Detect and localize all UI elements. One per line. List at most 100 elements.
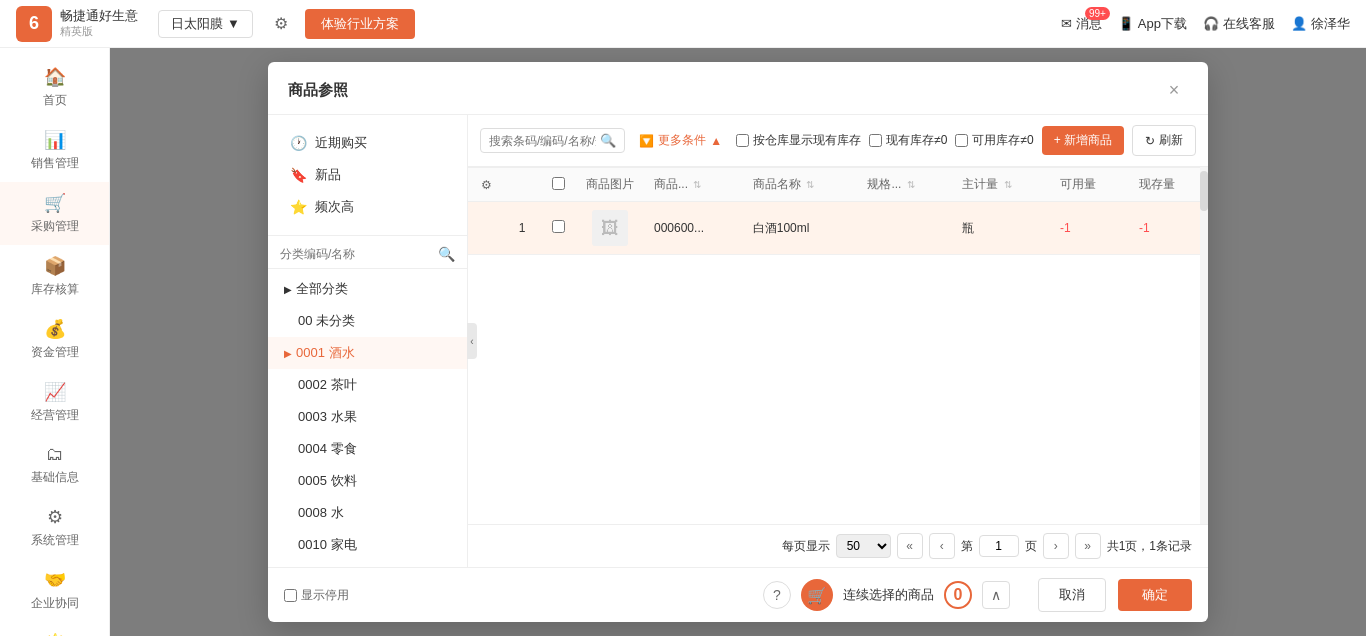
topbar-right: ✉ 消息 99+ 📱 App下载 🎧 在线客服 👤 徐泽华 <box>1061 15 1350 33</box>
toolbar-right: + 新增商品 ↻ 刷新 <box>1042 125 1196 156</box>
cart-label: 连续选择的商品 <box>843 586 934 604</box>
logo-area: 6 畅捷通好生意 精英版 <box>16 6 138 42</box>
modal-close-btn[interactable]: × <box>1160 76 1188 104</box>
refresh-btn[interactable]: ↻ 刷新 <box>1132 125 1196 156</box>
select-all-checkbox[interactable] <box>552 177 565 190</box>
row-check[interactable] <box>540 202 576 255</box>
modal-right-panel: 🔍 🔽 更多条件 ▲ 按仓库显示现有库存 <box>468 115 1208 567</box>
modal-bottom-bar: 显示停用 ? 🛒 连续选择的商品 0 ∧ 取消 确定 <box>268 567 1208 622</box>
category-search-icon[interactable]: 🔍 <box>438 246 455 262</box>
cart-icon[interactable]: 🛒 <box>801 579 833 611</box>
tab-frequent[interactable]: ⭐ 频次高 <box>280 191 455 223</box>
product-search-box: 🔍 <box>480 128 625 153</box>
modal-left-panel: 🕐 近期购买 🔖 新品 ⭐ 频次高 <box>268 115 468 567</box>
online-service-btn[interactable]: 🎧 在线客服 <box>1203 15 1275 33</box>
cat-item-liquor[interactable]: ▶ 0001 酒水 <box>268 337 467 369</box>
modal-body: 🕐 近期购买 🔖 新品 ⭐ 频次高 <box>268 115 1208 567</box>
sidebar-item-purchase[interactable]: 🛒 采购管理 <box>0 182 109 245</box>
settings-col-icon[interactable]: ⚙ <box>481 178 492 192</box>
filter-chevron-icon: ▲ <box>710 134 722 148</box>
cancel-btn[interactable]: 取消 <box>1038 578 1106 612</box>
cat-item-snack[interactable]: 0004 零食 <box>268 433 467 465</box>
cat-item-tea[interactable]: 0002 茶叶 <box>268 369 467 401</box>
sidebar-item-inventory[interactable]: 📦 库存核算 <box>0 245 109 308</box>
sidebar-item-sales[interactable]: 📊 销售管理 <box>0 119 109 182</box>
messages-badge: 99+ <box>1085 7 1110 20</box>
more-filter-btn[interactable]: 🔽 更多条件 ▲ <box>633 128 728 153</box>
sort-spec-icon: ⇅ <box>907 179 915 190</box>
sidebar-item-finance[interactable]: 💰 资金管理 <box>0 308 109 371</box>
sidebar-item-system[interactable]: ⚙ 系统管理 <box>0 496 109 559</box>
cart-collapse-btn[interactable]: ∧ <box>982 581 1010 609</box>
product-img: 🖼 <box>592 210 628 246</box>
sales-icon: 📊 <box>44 129 66 151</box>
add-product-btn[interactable]: + 新增商品 <box>1042 126 1124 155</box>
cat-item-fruit[interactable]: 0003 水果 <box>268 401 467 433</box>
scrollbar-thumb[interactable] <box>1200 171 1208 211</box>
category-search-input[interactable] <box>280 247 432 261</box>
quick-tabs: 🕐 近期购买 🔖 新品 ⭐ 频次高 <box>268 127 467 223</box>
show-disabled-checkbox[interactable]: 显示停用 <box>284 587 349 604</box>
confirm-btn[interactable]: 确定 <box>1118 579 1192 611</box>
product-table: ⚙ 商品图片 商品... <box>468 167 1208 255</box>
col-unit-header[interactable]: 主计量 ⇅ <box>952 168 1050 202</box>
row-spec <box>857 202 952 255</box>
table-row[interactable]: 1 🖼 000600... 白酒100ml <box>468 202 1208 255</box>
sidebar-item-guide[interactable]: 🌟 新手引导 <box>0 622 109 636</box>
settings-icon[interactable]: ⚙ <box>265 8 297 40</box>
show-stock-checkbox[interactable]: 按仓库显示现有库存 <box>736 132 861 149</box>
total-info: 共1页，1条记录 <box>1107 538 1192 555</box>
row-available: -1 <box>1050 202 1129 255</box>
first-page-btn[interactable]: « <box>897 533 923 559</box>
sidebar-item-home[interactable]: 🏠 首页 <box>0 56 109 119</box>
cat-item-appliance[interactable]: 0010 家电 <box>268 529 467 555</box>
row-code: 000600... <box>644 202 743 255</box>
tab-new[interactable]: 🔖 新品 <box>280 159 455 191</box>
col-name-header[interactable]: 商品名称 ⇅ <box>743 168 858 202</box>
logo-text: 畅捷通好生意 <box>60 8 138 25</box>
category-list: ▶ 全部分类 00 未分类 ▶ 0001 酒水 0002 茶 <box>268 273 467 555</box>
finance-icon: 💰 <box>44 318 66 340</box>
col-checkbox <box>540 168 576 202</box>
tab-recent[interactable]: 🕐 近期购买 <box>280 127 455 159</box>
col-code-header[interactable]: 商品... ⇅ <box>644 168 743 202</box>
logo-sub: 精英版 <box>60 24 138 39</box>
main-layout: 🏠 首页 📊 销售管理 🛒 采购管理 📦 库存核算 💰 资金管理 📈 经营管理 … <box>0 48 1366 636</box>
modal-header: 商品参照 × <box>268 62 1208 115</box>
messages-btn[interactable]: ✉ 消息 99+ <box>1061 15 1102 33</box>
product-search-input[interactable] <box>489 134 596 148</box>
sidebar-item-collab[interactable]: 🤝 企业协同 <box>0 559 109 622</box>
page-size-select[interactable]: 50 10 20 100 <box>836 534 891 558</box>
sidebar-item-ops[interactable]: 📈 经营管理 <box>0 371 109 434</box>
refresh-icon: ↻ <box>1145 134 1155 148</box>
purchase-icon: 🛒 <box>44 192 66 214</box>
nonzero-stock-checkbox[interactable]: 现有库存≠0 <box>869 132 947 149</box>
sort-code-icon: ⇅ <box>693 179 701 190</box>
nonzero-available-checkbox[interactable]: 可用库存≠0 <box>955 132 1033 149</box>
scrollbar-track[interactable] <box>1200 167 1208 524</box>
next-page-btn[interactable]: › <box>1043 533 1069 559</box>
system-icon: ⚙ <box>47 506 63 528</box>
cat-item-water[interactable]: 0008 水 <box>268 497 467 529</box>
cat-item-uncat[interactable]: 00 未分类 <box>268 305 467 337</box>
prev-page-btn[interactable]: ‹ <box>929 533 955 559</box>
store-selector[interactable]: 日太阳膜 ▼ <box>158 10 253 38</box>
cat-item-drink[interactable]: 0005 饮料 <box>268 465 467 497</box>
col-spec-header[interactable]: 规格... ⇅ <box>857 168 952 202</box>
last-page-btn[interactable]: » <box>1075 533 1101 559</box>
recent-icon: 🕐 <box>290 135 307 151</box>
app-download-btn[interactable]: 📱 App下载 <box>1118 15 1187 33</box>
product-search-icon[interactable]: 🔍 <box>600 133 616 148</box>
help-icon[interactable]: ? <box>763 581 791 609</box>
exp-btn[interactable]: 体验行业方案 <box>305 9 415 39</box>
user-avatar[interactable]: 👤 徐泽华 <box>1291 15 1350 33</box>
sidebar-item-basic[interactable]: 🗂 基础信息 <box>0 434 109 496</box>
collab-icon: 🤝 <box>44 569 66 591</box>
cat-item-all[interactable]: ▶ 全部分类 <box>268 273 467 305</box>
chevron-down-icon: ▼ <box>227 16 240 31</box>
page-number-input[interactable] <box>979 535 1019 557</box>
sidebar: 🏠 首页 📊 销售管理 🛒 采购管理 📦 库存核算 💰 资金管理 📈 经营管理 … <box>0 48 110 636</box>
modal-overlay: 商品参照 × 🕐 近期购买 🔖 <box>110 48 1366 636</box>
row-image: 🖼 <box>576 202 644 255</box>
home-icon: 🏠 <box>44 66 66 88</box>
